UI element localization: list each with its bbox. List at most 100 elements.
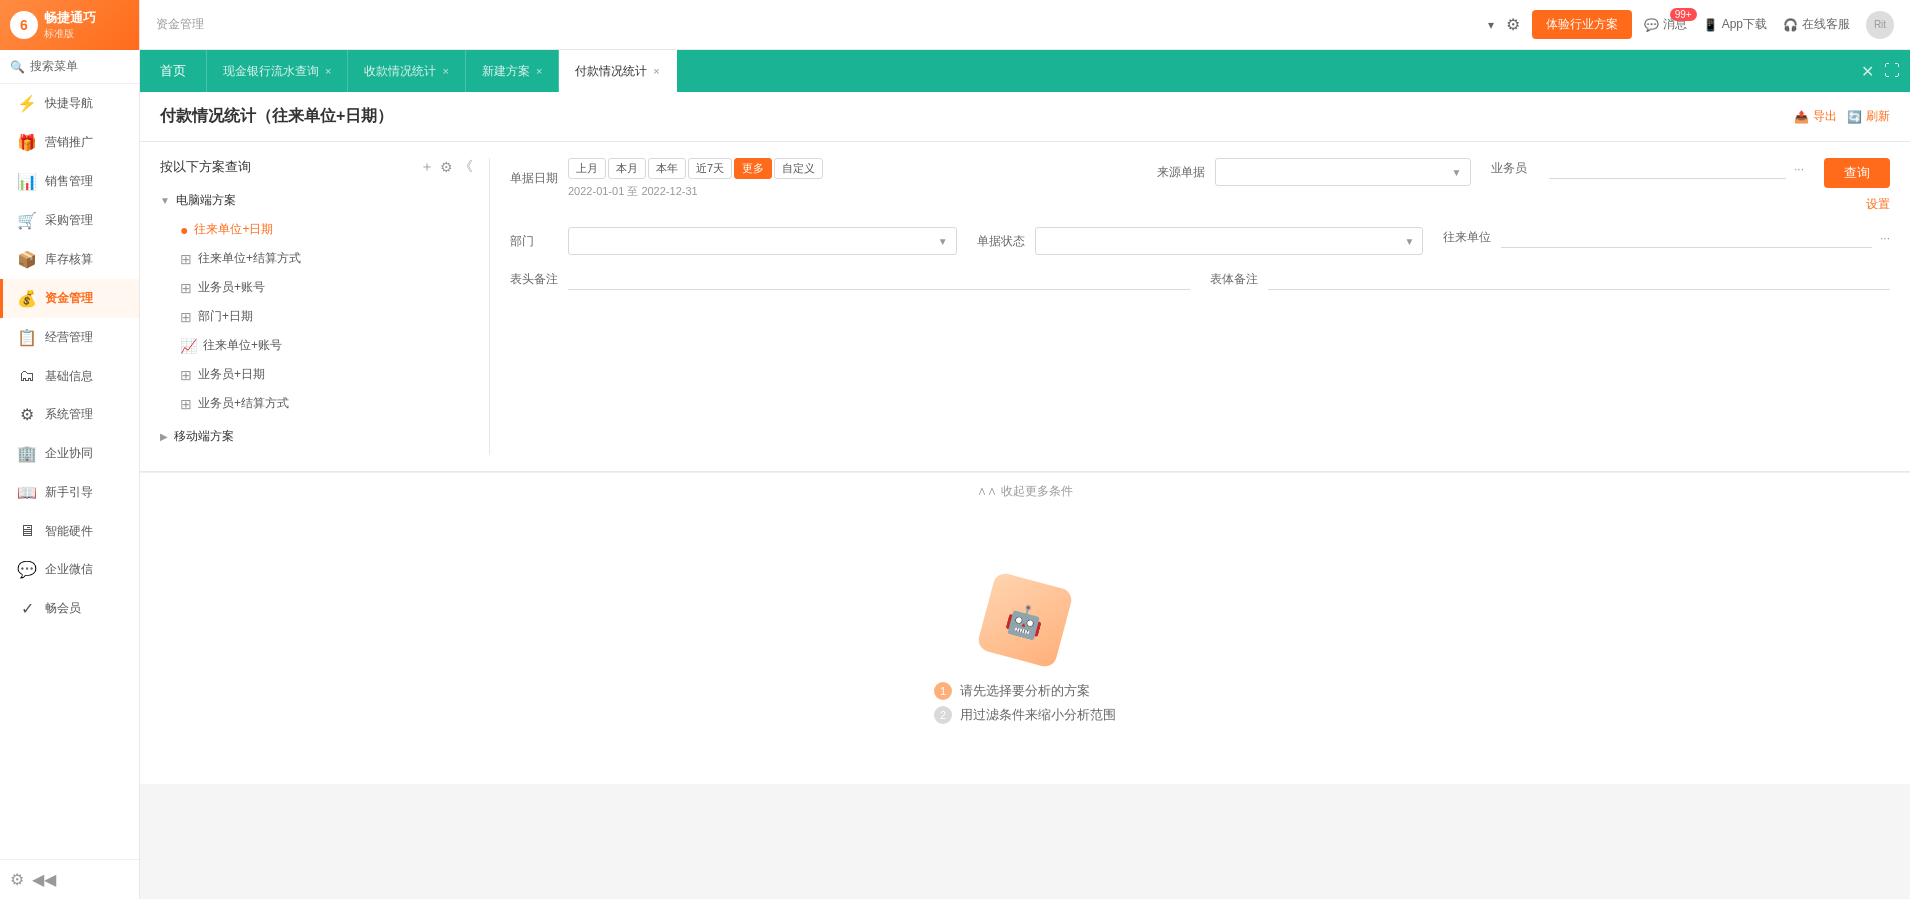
sidebar-item-operations[interactable]: 📋 经营管理: [0, 318, 139, 357]
section-arrow-right-icon: ▶: [160, 431, 168, 442]
mobile-scheme-header[interactable]: ▶ 移动端方案: [160, 422, 473, 451]
scheme-item-staff-settle[interactable]: ⊞ 业务员+结算方式: [160, 389, 473, 418]
partner-more-icon[interactable]: ···: [1880, 231, 1890, 245]
collapse-sidebar-icon[interactable]: ◀◀: [32, 870, 56, 889]
sidebar-item-purchase[interactable]: 🛒 采购管理: [0, 201, 139, 240]
collapse-arrow-icon: ∧∧: [977, 484, 997, 498]
sidebar: 6 畅捷通巧 标准版 🔍 搜索菜单 ⚡ 快捷导航 🎁 营销推广 📊 销售管理 🛒…: [0, 0, 140, 899]
sidebar-item-label: 经营管理: [45, 329, 93, 346]
app-icon: 📱: [1703, 18, 1718, 32]
sidebar-item-hardware[interactable]: 🖥 智能硬件: [0, 512, 139, 550]
filter-row-2: 部门 ▼ 单据状态 ▼ 往来单位: [510, 227, 1890, 255]
tab-close-icon[interactable]: ×: [442, 65, 448, 77]
scheme-settings-icon[interactable]: ⚙: [440, 159, 453, 175]
search-menu[interactable]: 🔍 搜索菜单: [0, 50, 139, 84]
source-select[interactable]: ▼: [1215, 158, 1471, 186]
sidebar-item-label: 基础信息: [45, 368, 93, 385]
filter-body-note-field: 表体备注: [1210, 269, 1890, 290]
tab-close-icon[interactable]: ×: [653, 65, 659, 77]
app-download-button[interactable]: 📱 App下载: [1703, 16, 1767, 33]
trial-button[interactable]: 体验行业方案: [1532, 10, 1632, 39]
sidebar-item-inventory[interactable]: 📦 库存核算: [0, 240, 139, 279]
tab-bank-flow[interactable]: 现金银行流水查询 ×: [207, 50, 348, 92]
collapse-scheme-icon[interactable]: 《: [459, 158, 473, 176]
avatar[interactable]: Rit: [1866, 11, 1894, 39]
date-last-month-btn[interactable]: 上月: [568, 158, 606, 179]
date-this-year-btn[interactable]: 本年: [648, 158, 686, 179]
scheme-item-partner-settle[interactable]: ⊞ 往来单位+结算方式: [160, 244, 473, 273]
staff-input[interactable]: [1549, 158, 1786, 179]
empty-tip-2: 2 用过滤条件来缩小分析范围: [934, 706, 1116, 724]
desktop-scheme-header[interactable]: ▼ 电脑端方案: [160, 186, 473, 215]
date-more-btn[interactable]: 更多: [734, 158, 772, 179]
date-this-month-btn[interactable]: 本月: [608, 158, 646, 179]
header-note-input[interactable]: [568, 269, 1190, 290]
scheme-item-label: 业务员+结算方式: [198, 395, 289, 412]
tab-home[interactable]: 首页: [140, 50, 207, 92]
date-7days-btn[interactable]: 近7天: [688, 158, 732, 179]
marketing-icon: 🎁: [17, 133, 37, 152]
sidebar-item-label: 快捷导航: [45, 95, 93, 112]
tab-close-icon[interactable]: ×: [325, 65, 331, 77]
close-window-icon[interactable]: ✕: [1861, 62, 1874, 81]
illustration-icon: 🤖: [976, 571, 1074, 669]
sidebar-item-vip[interactable]: ✓ 畅会员: [0, 589, 139, 628]
tab-label: 付款情况统计: [575, 63, 647, 80]
sidebar-item-marketing[interactable]: 🎁 营销推广: [0, 123, 139, 162]
tab-label: 新建方案: [482, 63, 530, 80]
message-badge: 99+: [1670, 8, 1697, 21]
scheme-icon: ⊞: [180, 309, 192, 325]
export-button[interactable]: 📤 导出: [1794, 108, 1837, 125]
scheme-item-dept-date[interactable]: ⊞ 部门+日期: [160, 302, 473, 331]
settings-bottom-icon[interactable]: ⚙: [10, 870, 24, 889]
sales-icon: 📊: [17, 172, 37, 191]
scheme-icon: ⊞: [180, 367, 192, 383]
query-button[interactable]: 查询: [1824, 158, 1890, 188]
staff-more-icon[interactable]: ···: [1794, 162, 1804, 176]
header-note-label: 表头备注: [510, 271, 560, 288]
hardware-icon: 🖥: [17, 522, 37, 540]
tab-payment-stats[interactable]: 付款情况统计 ×: [559, 50, 676, 92]
scheme-title: 按以下方案查询: [160, 158, 251, 176]
sidebar-item-basic[interactable]: 🗂 基础信息: [0, 357, 139, 395]
refresh-button[interactable]: 🔄 刷新: [1847, 108, 1890, 125]
online-service-button[interactable]: 🎧 在线客服: [1783, 16, 1850, 33]
dept-select[interactable]: ▼: [568, 227, 957, 255]
scheme-item-staff-account[interactable]: ⊞ 业务员+账号: [160, 273, 473, 302]
scheme-item-partner-date[interactable]: ● 往来单位+日期: [160, 215, 473, 244]
collapse-more-bar[interactable]: ∧∧ 收起更多条件: [140, 472, 1910, 510]
quick-nav-icon: ⚡: [17, 94, 37, 113]
sidebar-item-label: 营销推广: [45, 134, 93, 151]
settings-link[interactable]: 设置: [1866, 196, 1890, 213]
scheme-icons: ＋ ⚙ 《: [420, 158, 473, 176]
empty-tips: 1 请先选择要分析的方案 2 用过滤条件来缩小分析范围: [934, 682, 1116, 724]
message-button[interactable]: 💬 消息 99+: [1644, 16, 1687, 33]
body-note-input[interactable]: [1268, 269, 1890, 290]
filter-header-note-field: 表头备注: [510, 269, 1190, 290]
basic-icon: 🗂: [17, 367, 37, 385]
tab-new-plan[interactable]: 新建方案 ×: [466, 50, 559, 92]
sidebar-item-enterprise[interactable]: 🏢 企业协同: [0, 434, 139, 473]
sidebar-logo: 6 畅捷通巧 标准版: [0, 0, 139, 50]
tab-close-icon[interactable]: ×: [536, 65, 542, 77]
sidebar-item-wechat[interactable]: 💬 企业微信: [0, 550, 139, 589]
body-note-label: 表体备注: [1210, 271, 1260, 288]
sidebar-item-capital[interactable]: 💰 资金管理: [0, 279, 139, 318]
sidebar-item-guide[interactable]: 📖 新手引导: [0, 473, 139, 512]
partner-input[interactable]: [1501, 227, 1872, 248]
docstatus-select[interactable]: ▼: [1035, 227, 1424, 255]
sidebar-item-sales[interactable]: 📊 销售管理: [0, 162, 139, 201]
add-scheme-icon[interactable]: ＋: [420, 158, 434, 176]
scheme-item-partner-account[interactable]: 📈 往来单位+账号: [160, 331, 473, 360]
dropdown-arrow-icon[interactable]: ▾: [1488, 18, 1494, 32]
service-label: 在线客服: [1802, 16, 1850, 33]
expand-window-icon[interactable]: ⛶: [1884, 62, 1900, 80]
settings-icon[interactable]: ⚙: [1506, 15, 1520, 34]
inventory-icon: 📦: [17, 250, 37, 269]
logo-title: 畅捷通巧: [44, 9, 96, 27]
scheme-item-staff-date[interactable]: ⊞ 业务员+日期: [160, 360, 473, 389]
sidebar-item-system[interactable]: ⚙ 系统管理: [0, 395, 139, 434]
sidebar-item-quick-nav[interactable]: ⚡ 快捷导航: [0, 84, 139, 123]
date-custom-btn[interactable]: 自定义: [774, 158, 823, 179]
tab-receipt-stats[interactable]: 收款情况统计 ×: [348, 50, 465, 92]
